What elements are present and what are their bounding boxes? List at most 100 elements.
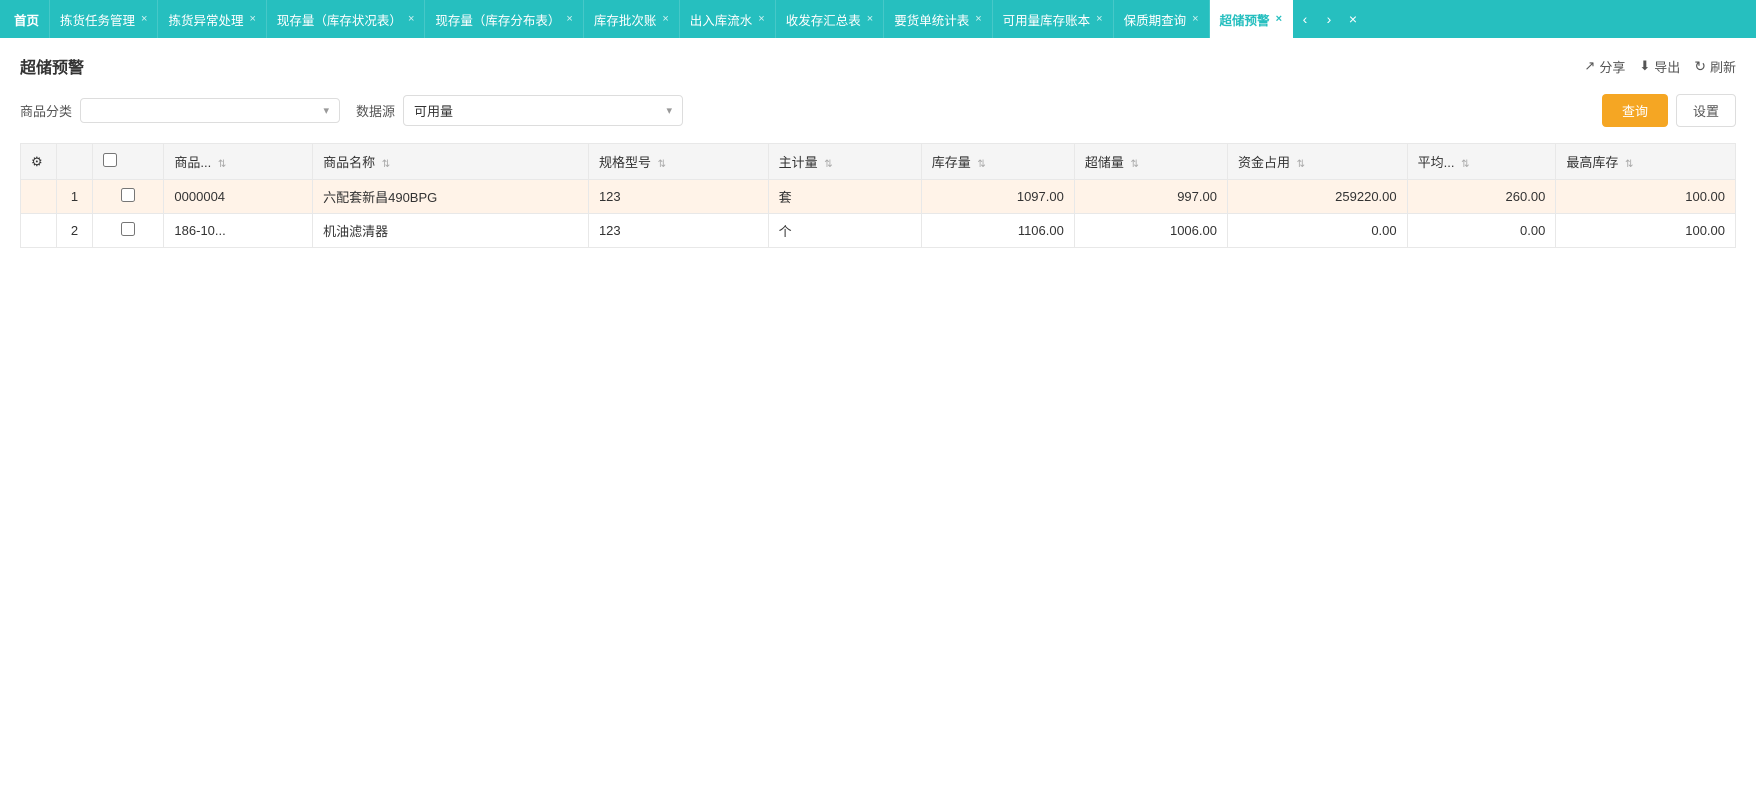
- nav-inout-close[interactable]: ×: [758, 13, 764, 25]
- datasource-filter-group: 数据源 可用量 ▾: [356, 95, 683, 126]
- nav-task[interactable]: 拣货任务管理 ×: [50, 0, 158, 38]
- nav-expiry[interactable]: 保质期查询 ×: [1114, 0, 1210, 38]
- nav-order-stat[interactable]: 要货单统计表 ×: [884, 0, 992, 38]
- col-capital-sort-icon[interactable]: ⇅: [1297, 159, 1305, 170]
- nav-summary[interactable]: 收发存汇总表 ×: [776, 0, 884, 38]
- table-row: 1 0000004 六配套新昌490BPG 123 套 1097.00 997.…: [21, 180, 1736, 214]
- col-goods-name-sort-icon[interactable]: ⇅: [382, 159, 390, 170]
- nav-prev-arrow[interactable]: ‹: [1293, 0, 1317, 38]
- col-capital: 资金占用 ⇅: [1227, 144, 1407, 180]
- row-avg-1: 0.00: [1407, 214, 1556, 248]
- nav-task-close[interactable]: ×: [141, 13, 147, 25]
- nav-available-close[interactable]: ×: [1096, 13, 1102, 25]
- nav-exception[interactable]: 拣货异常处理 ×: [158, 0, 266, 38]
- page-content: 超储预警 ↗ 分享 ⬇ 导出 ↻ 刷新 商品分类 ▾: [0, 38, 1756, 264]
- nav-batch-label: 库存批次账: [594, 10, 657, 29]
- row-gear-1: [21, 214, 57, 248]
- nav-batch-close[interactable]: ×: [662, 13, 668, 25]
- share-icon: ↗: [1584, 58, 1595, 74]
- col-stock-qty: 库存量 ⇅: [921, 144, 1074, 180]
- row-over-qty-0: 997.00: [1074, 180, 1227, 214]
- row-unit-0: 套: [768, 180, 921, 214]
- row-spec-1: 123: [588, 214, 768, 248]
- datasource-select[interactable]: 可用量 ▾: [403, 95, 683, 126]
- table-body: 1 0000004 六配套新昌490BPG 123 套 1097.00 997.…: [21, 180, 1736, 248]
- nav-task-label: 拣货任务管理: [60, 10, 135, 29]
- nav-stock-status-close[interactable]: ×: [408, 13, 414, 25]
- col-checkbox: [93, 144, 164, 180]
- row-goods-name-1: 机油滤清器: [313, 214, 589, 248]
- nav-expiry-close[interactable]: ×: [1192, 13, 1198, 25]
- col-over-qty-label: 超储量: [1085, 155, 1124, 170]
- settings-button[interactable]: 设置: [1676, 94, 1736, 127]
- category-select[interactable]: ▾: [80, 98, 340, 123]
- col-spec-label: 规格型号: [599, 155, 651, 170]
- nav-summary-close[interactable]: ×: [867, 13, 873, 25]
- nav-inout-label: 出入库流水: [690, 10, 753, 29]
- nav-summary-label: 收发存汇总表: [786, 10, 861, 29]
- table-header-row: ⚙ 商品... ⇅ 商品名称 ⇅ 规格型号 ⇅: [21, 144, 1736, 180]
- col-goods-code-sort-icon[interactable]: ⇅: [218, 159, 226, 170]
- col-max-stock-sort-icon[interactable]: ⇅: [1625, 159, 1633, 170]
- nav-batch[interactable]: 库存批次账 ×: [584, 0, 680, 38]
- nav-order-stat-close[interactable]: ×: [975, 13, 981, 25]
- page-title: 超储预警: [20, 54, 84, 78]
- gear-icon[interactable]: ⚙: [31, 154, 43, 169]
- row-checkbox-0[interactable]: [93, 180, 164, 214]
- row-no-0: 1: [57, 180, 93, 214]
- col-unit-label: 主计量: [779, 155, 818, 170]
- page-header: 超储预警 ↗ 分享 ⬇ 导出 ↻ 刷新: [20, 54, 1736, 78]
- header-checkbox[interactable]: [103, 153, 117, 167]
- category-label: 商品分类: [20, 101, 72, 120]
- col-stock-qty-sort-icon[interactable]: ⇅: [977, 159, 985, 170]
- col-unit-sort-icon[interactable]: ⇅: [824, 159, 832, 170]
- row-cb-1[interactable]: [121, 222, 135, 236]
- nav-stock-dist[interactable]: 现存量（库存分布表） ×: [425, 0, 583, 38]
- row-cb-0[interactable]: [121, 188, 135, 202]
- export-icon: ⬇: [1639, 58, 1650, 74]
- nav-close-arrow[interactable]: ×: [1341, 0, 1365, 38]
- row-stock-qty-0: 1097.00: [921, 180, 1074, 214]
- table-row: 2 186-10... 机油滤清器 123 个 1106.00 1006.00 …: [21, 214, 1736, 248]
- nav-next-arrow[interactable]: ›: [1317, 0, 1341, 38]
- col-spec-sort-icon[interactable]: ⇅: [658, 159, 666, 170]
- datasource-label: 数据源: [356, 101, 395, 120]
- nav-stock-dist-close[interactable]: ×: [566, 13, 572, 25]
- row-unit-1: 个: [768, 214, 921, 248]
- datasource-value: 可用量: [414, 101, 453, 120]
- category-chevron-icon: ▾: [323, 104, 329, 117]
- col-goods-code-label: 商品...: [174, 155, 211, 170]
- col-max-stock-label: 最高库存: [1566, 155, 1618, 170]
- export-label: 导出: [1654, 57, 1680, 76]
- row-checkbox-1[interactable]: [93, 214, 164, 248]
- nav-home[interactable]: 首页: [4, 0, 50, 38]
- nav-overstock-close[interactable]: ×: [1276, 13, 1282, 25]
- refresh-label: 刷新: [1710, 57, 1736, 76]
- datasource-chevron-icon: ▾: [667, 104, 673, 117]
- col-avg-sort-icon[interactable]: ⇅: [1461, 159, 1469, 170]
- refresh-button[interactable]: ↻ 刷新: [1694, 57, 1736, 76]
- nav-available[interactable]: 可用量库存账本 ×: [993, 0, 1114, 38]
- col-max-stock: 最高库存 ⇅: [1556, 144, 1736, 180]
- col-spec: 规格型号 ⇅: [588, 144, 768, 180]
- row-max-stock-0: 100.00: [1556, 180, 1736, 214]
- nav-exception-close[interactable]: ×: [249, 13, 255, 25]
- row-spec-0: 123: [588, 180, 768, 214]
- nav-overstock-label: 超储预警: [1220, 10, 1270, 29]
- col-over-qty-sort-icon[interactable]: ⇅: [1130, 159, 1138, 170]
- row-goods-name-0: 六配套新昌490BPG: [313, 180, 589, 214]
- row-capital-1: 0.00: [1227, 214, 1407, 248]
- nav-available-label: 可用量库存账本: [1003, 10, 1091, 29]
- export-button[interactable]: ⬇ 导出: [1639, 57, 1680, 76]
- nav-home-label: 首页: [14, 10, 39, 29]
- share-button[interactable]: ↗ 分享: [1584, 57, 1625, 76]
- col-unit: 主计量 ⇅: [768, 144, 921, 180]
- row-goods-code-1: 186-10...: [164, 214, 313, 248]
- nav-stock-status-label: 现存量（库存状况表）: [277, 10, 402, 29]
- col-over-qty: 超储量 ⇅: [1074, 144, 1227, 180]
- nav-overstock[interactable]: 超储预警 ×: [1210, 0, 1293, 38]
- query-button[interactable]: 查询: [1602, 94, 1668, 127]
- nav-inout[interactable]: 出入库流水 ×: [680, 0, 776, 38]
- refresh-icon: ↻: [1694, 58, 1706, 75]
- nav-stock-status[interactable]: 现存量（库存状况表） ×: [267, 0, 425, 38]
